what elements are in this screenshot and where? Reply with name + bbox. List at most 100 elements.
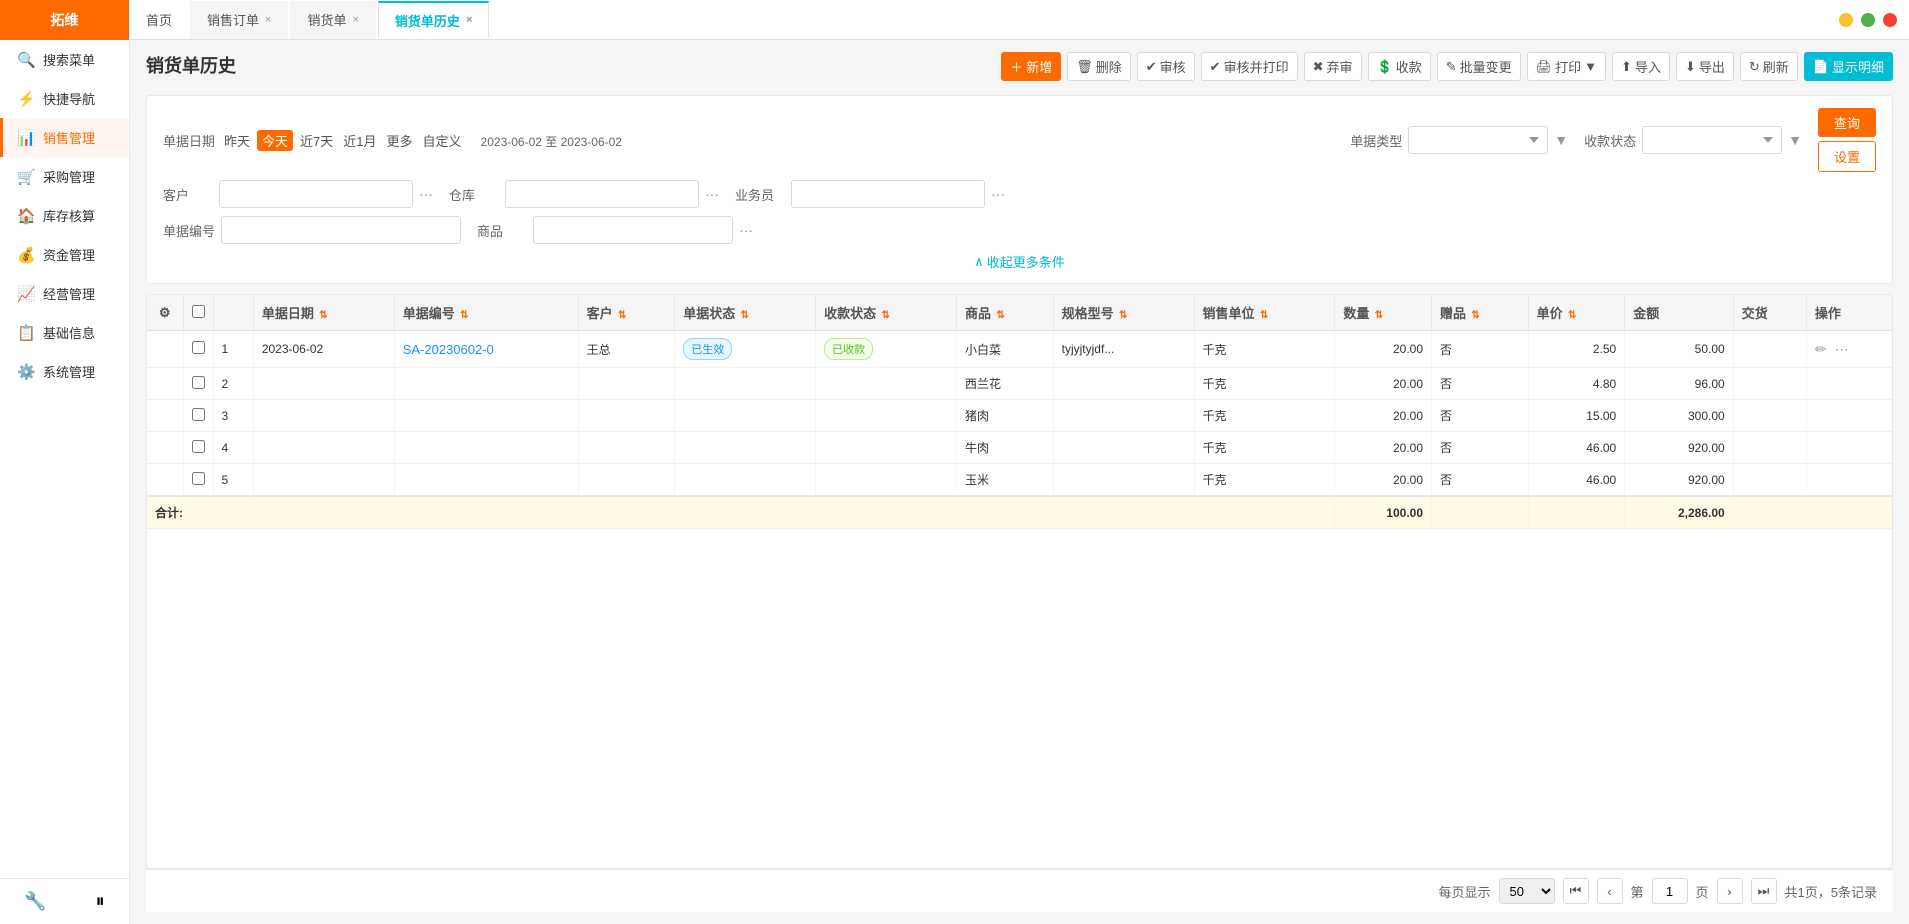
action-icon[interactable]: ⋯ [1835, 341, 1849, 358]
col-doc-status[interactable]: 单据状态 ⇅ [675, 295, 816, 331]
tab-sales-history-close[interactable]: × [466, 14, 472, 26]
collect-icon: 💲 [1377, 59, 1393, 75]
page-num-input[interactable] [1652, 878, 1688, 904]
goods-input[interactable] [533, 216, 733, 244]
col-gift[interactable]: 赠品 ⇅ [1432, 295, 1529, 331]
staff-input[interactable] [791, 180, 985, 208]
col-pay-status[interactable]: 收款状态 ⇅ [816, 295, 957, 331]
row-checkbox[interactable] [192, 376, 205, 389]
collect-button[interactable]: 💲 收款 [1368, 52, 1431, 81]
first-page-btn[interactable]: ⏮ [1563, 878, 1589, 904]
tab-sales-order[interactable]: 销售订单 × [190, 1, 288, 39]
audit-button[interactable]: ✔ 审核 [1137, 52, 1195, 81]
search-menu-icon: 🔍 [17, 51, 35, 69]
table-cell [1806, 368, 1892, 400]
new-button[interactable]: ＋ 新增 [1001, 52, 1061, 81]
tab-home[interactable]: 首页 [130, 1, 188, 39]
window-minimize-btn[interactable] [1839, 13, 1853, 27]
paystatus-dots[interactable]: ▼ [1788, 132, 1802, 148]
date-more[interactable]: 更多 [384, 130, 416, 151]
delete-button[interactable]: 🗑 删除 [1067, 52, 1131, 81]
date-custom[interactable]: 自定义 [420, 130, 465, 151]
query-button[interactable]: 查询 [1818, 108, 1876, 137]
export-button[interactable]: ⬇ 导出 [1676, 52, 1734, 81]
import-button[interactable]: ⬆ 导入 [1612, 52, 1670, 81]
abandon-button[interactable]: ✖ 弃审 [1304, 52, 1362, 81]
table-cell: 920.00 [1625, 432, 1733, 464]
sidebar-item-search-menu[interactable]: 🔍 搜索菜单 [0, 40, 129, 79]
tab-sales-history[interactable]: 销货单历史 × [378, 1, 489, 39]
sidebar-item-system[interactable]: ⚙️ 系统管理 [0, 352, 129, 391]
table-cell: 否 [1432, 331, 1529, 368]
table-cell [394, 432, 578, 464]
page-size-select[interactable]: 50 10 20 100 [1499, 878, 1555, 904]
row-checkbox[interactable] [192, 440, 205, 453]
batch-change-button[interactable]: ✎ 批量变更 [1437, 52, 1521, 81]
date-1month[interactable]: 近1月 [340, 130, 379, 151]
goods-dots[interactable]: ··· [739, 222, 753, 238]
set-button[interactable]: 设置 [1818, 141, 1876, 172]
warehouse-dots[interactable]: ··· [705, 186, 719, 202]
col-doc-date[interactable]: 单据日期 ⇅ [253, 295, 394, 331]
date-7days[interactable]: 近7天 [297, 130, 336, 151]
sidebar-item-sales-mgmt[interactable]: 📊 销售管理 [0, 118, 129, 157]
doc-no-link[interactable]: SA-20230602-0 [403, 342, 494, 357]
tab-sales-goods[interactable]: 销货单 × [290, 1, 375, 39]
customer-input[interactable] [219, 180, 413, 208]
doctype-select[interactable] [1408, 126, 1548, 154]
sidebar-item-inventory[interactable]: 🏠 库存核算 [0, 196, 129, 235]
refresh-button[interactable]: ↻ 刷新 [1740, 52, 1798, 81]
collapse-btn[interactable]: ∧ 收起更多条件 [974, 252, 1065, 271]
staff-dots[interactable]: ··· [991, 186, 1005, 202]
next-page-btn[interactable]: › [1717, 878, 1743, 904]
audit-print-button[interactable]: ✔ 审核并打印 [1201, 52, 1298, 81]
doctype-dots[interactable]: ▼ [1554, 132, 1568, 148]
col-spec[interactable]: 规格型号 ⇅ [1053, 295, 1194, 331]
table-cell: 20.00 [1335, 368, 1432, 400]
table-cell: 已收款 [816, 331, 957, 368]
show-detail-button[interactable]: 📄 显示明细 [1804, 52, 1893, 81]
tab-sales-order-close[interactable]: × [265, 14, 271, 26]
paystatus-select[interactable] [1642, 126, 1782, 154]
last-page-btn[interactable]: ⏭ [1751, 878, 1777, 904]
show-detail-icon: 📄 [1813, 59, 1829, 75]
sidebar-item-finance[interactable]: 💰 资金管理 [0, 235, 129, 274]
settings-bottom-icon[interactable]: 🔧 [24, 891, 46, 912]
table-cell: 4.80 [1528, 368, 1625, 400]
col-goods[interactable]: 商品 ⇅ [957, 295, 1054, 331]
sidebar-item-ops[interactable]: 📈 经营管理 [0, 274, 129, 313]
warehouse-input[interactable] [505, 180, 699, 208]
sidebar-item-basic-info[interactable]: 📋 基础信息 [0, 313, 129, 352]
date-today[interactable]: 今天 [257, 130, 293, 151]
sidebar-item-quick-nav[interactable]: ⚡ 快捷导航 [0, 79, 129, 118]
row-checkbox[interactable] [192, 408, 205, 421]
row-checkbox[interactable] [192, 341, 205, 354]
col-customer[interactable]: 客户 ⇅ [578, 295, 675, 331]
prev-page-btn[interactable]: ‹ [1597, 878, 1623, 904]
col-price[interactable]: 单价 ⇅ [1528, 295, 1625, 331]
action-icon[interactable]: ✏ [1815, 341, 1827, 358]
sidebar-item-purchase-mgmt[interactable]: 🛒 采购管理 [0, 157, 129, 196]
tab-sales-goods-close[interactable]: × [352, 14, 358, 26]
sort-goods-icon: ⇅ [996, 310, 1004, 321]
window-close-btn[interactable] [1883, 13, 1897, 27]
pause-bottom-icon[interactable]: ⏸ [96, 891, 105, 912]
gear-icon[interactable]: ⚙ [159, 305, 171, 320]
table-cell [147, 400, 183, 432]
col-qty[interactable]: 数量 ⇅ [1335, 295, 1432, 331]
col-doc-no[interactable]: 单据编号 ⇅ [394, 295, 578, 331]
table-cell [1806, 400, 1892, 432]
docno-input[interactable] [221, 216, 461, 244]
table-cell [675, 432, 816, 464]
window-maximize-btn[interactable] [1861, 13, 1875, 27]
row-checkbox[interactable] [192, 472, 205, 485]
tab-bar: 首页 销售订单 × 销货单 × 销货单历史 × [130, 0, 1909, 40]
ops-icon: 📈 [17, 285, 35, 303]
select-all-checkbox[interactable] [192, 305, 205, 318]
date-yesterday[interactable]: 昨天 [221, 130, 253, 151]
table-cell: 1 [213, 331, 253, 368]
audit-print-icon: ✔ [1210, 59, 1221, 75]
col-unit[interactable]: 销售单位 ⇅ [1194, 295, 1335, 331]
customer-dots[interactable]: ··· [419, 186, 433, 202]
print-button[interactable]: 🖨 打印 ▼ [1527, 52, 1606, 81]
